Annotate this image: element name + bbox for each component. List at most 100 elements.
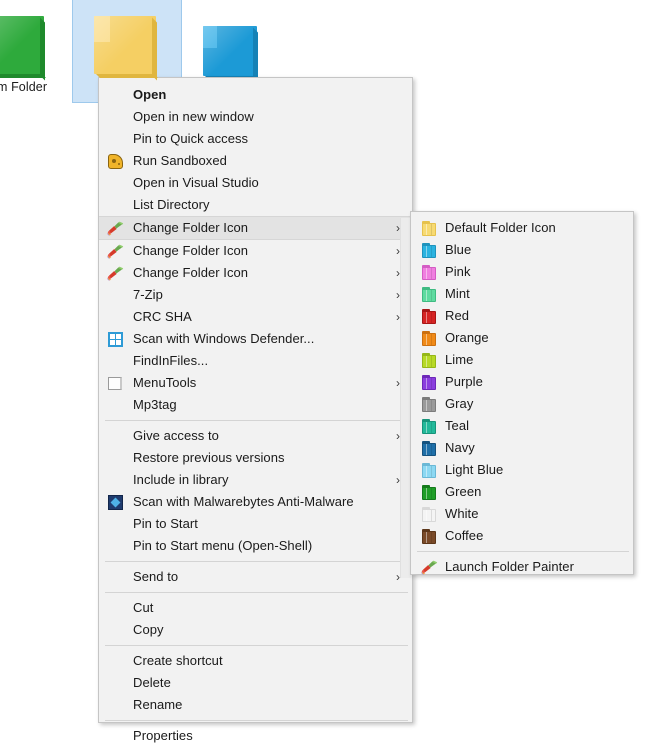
- menu-item-give-access-to[interactable]: Give access to ›: [99, 425, 412, 447]
- menu-item-label: Gray: [445, 396, 474, 411]
- menu-item-lime[interactable]: Lime: [411, 349, 633, 371]
- desktop-icon-green-folder[interactable]: dom Folder: [0, 2, 70, 94]
- menu-item-label: Scan with Malwarebytes Anti-Malware: [133, 494, 354, 509]
- menu-item-list-directory[interactable]: List Directory: [99, 194, 412, 216]
- menu-item-label: Navy: [445, 440, 475, 455]
- icon-placeholder: [105, 472, 125, 488]
- menu-item-scan-with-malwarebytes-anti-malware[interactable]: Scan with Malwarebytes Anti-Malware: [99, 491, 412, 513]
- menu-item-label: White: [445, 506, 479, 521]
- menu-separator: [105, 420, 408, 421]
- menu-item-mint[interactable]: Mint: [411, 283, 633, 305]
- menu-item-open-in-new-window[interactable]: Open in new window: [99, 106, 412, 128]
- menu-item-default-folder-icon[interactable]: Default Folder Icon: [411, 217, 633, 239]
- menu-item-7-zip[interactable]: 7-Zip ›: [99, 284, 412, 306]
- paintbrush-icon: [105, 265, 125, 281]
- menu-item-cut[interactable]: Cut: [99, 597, 412, 619]
- icon-placeholder: [105, 600, 125, 616]
- menu-item-change-folder-icon[interactable]: Change Folder Icon ›: [99, 216, 412, 240]
- folder-color-swatch-icon: [419, 440, 439, 456]
- icon-placeholder: [105, 87, 125, 103]
- menu-item-send-to[interactable]: Send to ›: [99, 566, 412, 588]
- menu-separator: [105, 592, 408, 593]
- menu-item-pin-to-start[interactable]: Pin to Start: [99, 513, 412, 535]
- menu-item-run-sandboxed[interactable]: Run Sandboxed: [99, 150, 412, 172]
- menu-item-label: CRC SHA: [133, 309, 192, 324]
- menu-item-label: Rename: [133, 697, 183, 712]
- menu-item-label: Launch Folder Painter: [445, 559, 574, 574]
- desktop-icon-blue-folder[interactable]: [177, 12, 287, 83]
- menu-item-launch-folder-painter[interactable]: Launch Folder Painter: [411, 556, 633, 578]
- menu-item-restore-previous-versions[interactable]: Restore previous versions: [99, 447, 412, 469]
- menu-separator: [417, 551, 629, 552]
- folder-color-swatch-icon: [419, 220, 439, 236]
- menu-item-menutools[interactable]: MenuTools ›: [99, 372, 412, 394]
- folder-color-swatch-icon: [419, 352, 439, 368]
- desktop-icon-yellow-folder[interactable]: [72, 0, 182, 103]
- menu-separator: [105, 645, 408, 646]
- menu-item-scan-with-windows-defender[interactable]: Scan with Windows Defender...: [99, 328, 412, 350]
- folder-color-swatch-icon: [419, 374, 439, 390]
- menu-item-change-folder-icon[interactable]: Change Folder Icon ›: [99, 240, 412, 262]
- menu-item-pink[interactable]: Pink: [411, 261, 633, 283]
- folder-color-swatch-icon: [419, 330, 439, 346]
- menu-item-gray[interactable]: Gray: [411, 393, 633, 415]
- menu-item-label: Include in library: [133, 472, 229, 487]
- menu-item-label: Teal: [445, 418, 470, 433]
- folder-glyph-green: [0, 16, 48, 81]
- menu-item-coffee[interactable]: Coffee: [411, 525, 633, 547]
- icon-placeholder: [105, 109, 125, 125]
- menu-item-label: Send to: [133, 569, 179, 584]
- malwarebytes-icon: [105, 494, 125, 510]
- menu-item-label: Mint: [445, 286, 470, 301]
- menu-item-white[interactable]: White: [411, 503, 633, 525]
- paintbrush-icon: [419, 559, 439, 575]
- menu-item-label: Cut: [133, 600, 154, 615]
- menu-item-delete[interactable]: Delete: [99, 672, 412, 694]
- folder-color-swatch-icon: [419, 506, 439, 522]
- folder-color-swatch-icon: [419, 418, 439, 434]
- icon-placeholder: [105, 428, 125, 444]
- menu-item-open[interactable]: Open: [99, 84, 412, 106]
- menu-item-create-shortcut[interactable]: Create shortcut: [99, 650, 412, 672]
- menu-item-red[interactable]: Red: [411, 305, 633, 327]
- menu-item-orange[interactable]: Orange: [411, 327, 633, 349]
- menu-item-change-folder-icon[interactable]: Change Folder Icon ›: [99, 262, 412, 284]
- menu-item-include-in-library[interactable]: Include in library ›: [99, 469, 412, 491]
- menu-item-blue[interactable]: Blue: [411, 239, 633, 261]
- menu-item-green[interactable]: Green: [411, 481, 633, 503]
- icon-placeholder: [105, 569, 125, 585]
- menu-separator: [105, 720, 408, 721]
- folder-color-swatch-icon: [419, 264, 439, 280]
- menu-item-pin-to-quick-access[interactable]: Pin to Quick access: [99, 128, 412, 150]
- paintbrush-icon: [105, 243, 125, 259]
- desktop-icon-label: dom Folder: [0, 80, 48, 94]
- menu-item-light-blue[interactable]: Light Blue: [411, 459, 633, 481]
- icon-placeholder: [105, 175, 125, 191]
- menu-item-properties[interactable]: Properties: [99, 725, 412, 747]
- menu-item-label: Pin to Start: [133, 516, 198, 531]
- folder-color-swatch-icon: [419, 462, 439, 478]
- menu-item-teal[interactable]: Teal: [411, 415, 633, 437]
- menu-item-crc-sha[interactable]: CRC SHA ›: [99, 306, 412, 328]
- menu-item-label: Open in new window: [133, 109, 254, 124]
- menu-item-open-in-visual-studio[interactable]: Open in Visual Studio: [99, 172, 412, 194]
- change-folder-icon-submenu[interactable]: Default Folder Icon Blue Pink Mint Red Orange…: [410, 211, 634, 575]
- windows-defender-icon: [105, 331, 125, 347]
- folder-color-swatch-icon: [419, 484, 439, 500]
- menu-item-label: Open in Visual Studio: [133, 175, 259, 190]
- menu-item-copy[interactable]: Copy: [99, 619, 412, 641]
- menu-item-label: Red: [445, 308, 469, 323]
- explorer-context-menu[interactable]: Open Open in new window Pin to Quick acces…: [98, 77, 413, 743]
- menu-item-label: Restore previous versions: [133, 450, 285, 465]
- folder-color-swatch-icon: [419, 396, 439, 412]
- menu-item-rename[interactable]: Rename: [99, 694, 412, 716]
- icon-placeholder: [105, 728, 125, 744]
- menu-item-findinfiles[interactable]: FindInFiles...: [99, 350, 412, 372]
- folder-color-swatch-icon: [419, 242, 439, 258]
- menu-item-label: Delete: [133, 675, 171, 690]
- menu-item-purple[interactable]: Purple: [411, 371, 633, 393]
- menu-item-mp3tag[interactable]: Mp3tag: [99, 394, 412, 416]
- menu-item-label: Properties: [133, 728, 193, 743]
- menu-item-pin-to-start-menu-open-shell[interactable]: Pin to Start menu (Open-Shell): [99, 535, 412, 557]
- menu-item-navy[interactable]: Navy: [411, 437, 633, 459]
